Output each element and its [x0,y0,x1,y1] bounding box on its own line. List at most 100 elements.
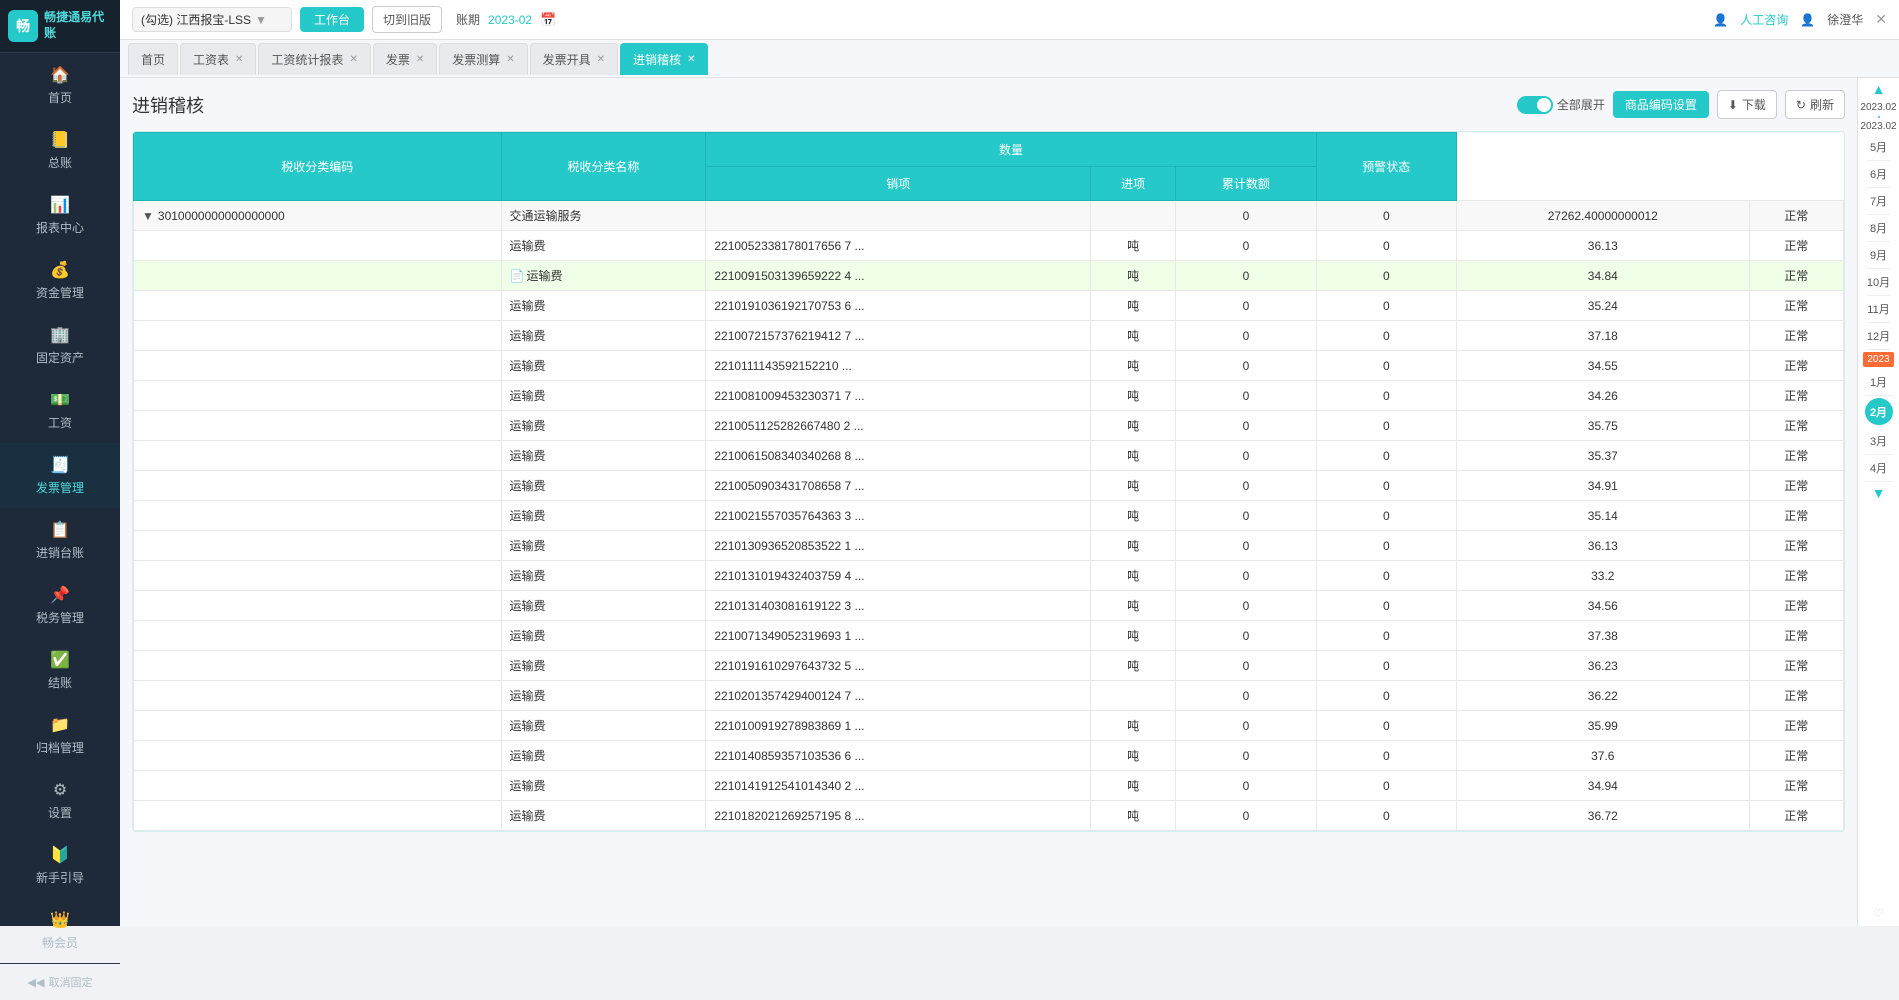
sidebar-item-11[interactable]: ⚙设置 [0,768,120,833]
unpin-button[interactable]: ◀◀ 取消固定 [0,963,120,1000]
cell-purchase: 0 [1316,291,1456,321]
sidebar-item-12[interactable]: 🔰新手引导 [0,833,120,898]
app-logo-icon: 畅 [8,10,38,42]
cell-name: 交通运输服务 [501,201,706,231]
cell-name: 运输费 [501,441,706,471]
cell-tag: 吨 [1091,771,1176,801]
tab-5[interactable]: 发票开具✕ [530,43,618,75]
current-year-label[interactable]: 2023 [1863,352,1893,367]
sidebar-label-11: 设置 [48,804,72,821]
cell-code [134,591,502,621]
tab-close-2[interactable]: ✕ [349,54,357,65]
cell-purchase: 0 [1316,621,1456,651]
expand-toggle-wrap: 全部展开 [1517,96,1605,114]
tab-1[interactable]: 工资表✕ [180,43,256,75]
calendar-up-arrow[interactable]: ▲ [1869,78,1889,100]
calendar-month[interactable]: 9月 [1867,242,1890,269]
cell-status: 正常 [1749,801,1843,831]
cell-code [134,501,502,531]
calendar-month[interactable]: 8月 [1867,215,1890,242]
cell-invoice: 2210140859357103536 6 ... [706,741,1091,771]
cell-tag: 吨 [1091,471,1176,501]
cell-cumulative: 35.75 [1457,411,1750,441]
sidebar-item-7[interactable]: 📋进销台账 [0,508,120,573]
sidebar-item-2[interactable]: 📊报表中心 [0,183,120,248]
calendar-month[interactable]: 11月 [1867,296,1890,323]
cell-sales: 0 [1176,681,1316,711]
tab-close-1[interactable]: ✕ [235,54,243,65]
cell-sales: 0 [1176,621,1316,651]
calendar-month[interactable]: 5月 [1867,134,1890,161]
old-version-button[interactable]: 切到旧版 [372,6,442,33]
period-value[interactable]: 2023-02 [488,13,532,27]
cell-status: 正常 [1749,351,1843,381]
sidebar-item-3[interactable]: 💰资金管理 [0,248,120,313]
tab-close-5[interactable]: ✕ [597,54,605,65]
sidebar-item-6[interactable]: 🧾发票管理 [0,443,120,508]
cell-purchase: 0 [1316,681,1456,711]
tab-6[interactable]: 进销稽核✕ [620,43,708,75]
user-name[interactable]: 徐澄华 [1827,11,1863,28]
tab-close-3[interactable]: ✕ [416,54,424,65]
cell-invoice: 2210081009453230371 7 ... [706,381,1091,411]
cell-sales: 0 [1176,801,1316,831]
sidebar-item-5[interactable]: 💵工资 [0,378,120,443]
customer-service-label[interactable]: 人工咨询 [1740,11,1788,28]
table-row: ▼3010000000000000000 交通运输服务 0 0 27262.40… [134,201,1844,231]
sidebar-item-10[interactable]: 📁归档管理 [0,703,120,768]
calendar-icon[interactable]: 📅 [540,12,556,28]
table-row: 运输费 2210140859357103536 6 ... 吨 0 0 37.6… [134,741,1844,771]
expand-triangle[interactable]: ▼ [142,209,154,223]
expand-toggle[interactable] [1517,96,1553,114]
calendar-month-current[interactable]: 2月 [1865,398,1893,426]
main-area: (勾选) 江西报宝-LSS ▼ 工作台 切到旧版 账期 2023-02 📅 👤 … [120,0,1899,926]
tab-3[interactable]: 发票✕ [373,43,437,75]
tab-0[interactable]: 首页 [128,43,178,75]
sidebar-label-12: 新手引导 [36,869,84,886]
window-close-button[interactable]: ✕ [1875,11,1887,28]
cell-purchase: 0 [1316,531,1456,561]
sidebar-item-4[interactable]: 🏢固定资产 [0,313,120,378]
calendar-month[interactable]: 7月 [1867,188,1890,215]
calendar-month-current[interactable]: 1月 [1865,369,1893,396]
sidebar-item-9[interactable]: ✅结账 [0,638,120,703]
cell-sales: 0 [1176,261,1316,291]
calendar-month[interactable]: 12月 [1867,323,1890,350]
product-code-button[interactable]: 商品编码设置 [1613,91,1709,118]
cell-invoice: 2210050903431708658 7 ... [706,471,1091,501]
cell-invoice: 2210141912541014340 2 ... [706,771,1091,801]
download-button[interactable]: ⬇ 下载 [1717,90,1777,119]
favorite-icon[interactable]: ♡ [1874,901,1884,926]
cell-tag: 吨 [1091,381,1176,411]
calendar-down-arrow[interactable]: ▼ [1869,482,1889,504]
cell-name: 运输费 [501,531,706,561]
calendar-month[interactable]: 10月 [1867,269,1890,296]
cell-cumulative: 35.14 [1457,501,1750,531]
calendar-month-current[interactable]: 3月 [1865,428,1893,455]
company-name: (勾选) 江西报宝-LSS [141,11,251,28]
refresh-button[interactable]: ↻ 刷新 [1785,90,1845,119]
sidebar-item-8[interactable]: 📌税务管理 [0,573,120,638]
cell-purchase: 0 [1316,591,1456,621]
company-selector[interactable]: (勾选) 江西报宝-LSS ▼ [132,7,292,32]
sidebar-label-0: 首页 [48,89,72,106]
calendar-month-current[interactable]: 4月 [1865,455,1893,482]
tab-4[interactable]: 发票测算✕ [439,43,527,75]
table-row: 运输费 2210100919278983869 1 ... 吨 0 0 35.9… [134,711,1844,741]
cell-sales: 0 [1176,471,1316,501]
sidebar-item-0[interactable]: 🏠首页 [0,53,120,118]
sidebar-label-7: 进销台账 [36,544,84,561]
tab-close-6[interactable]: ✕ [687,54,695,65]
sidebar-item-1[interactable]: 📒总账 [0,118,120,183]
tab-2[interactable]: 工资统计报表✕ [258,43,370,75]
sidebar-item-13[interactable]: 👑畅会员 [0,898,120,963]
cell-cumulative: 33.2 [1457,561,1750,591]
calendar-month[interactable]: 6月 [1867,161,1890,188]
cell-purchase: 0 [1316,741,1456,771]
tab-close-4[interactable]: ✕ [506,54,514,65]
cell-tag: 吨 [1091,531,1176,561]
cell-code [134,561,502,591]
workspace-button[interactable]: 工作台 [300,7,364,32]
cell-purchase: 0 [1316,381,1456,411]
cell-sales: 0 [1176,531,1316,561]
